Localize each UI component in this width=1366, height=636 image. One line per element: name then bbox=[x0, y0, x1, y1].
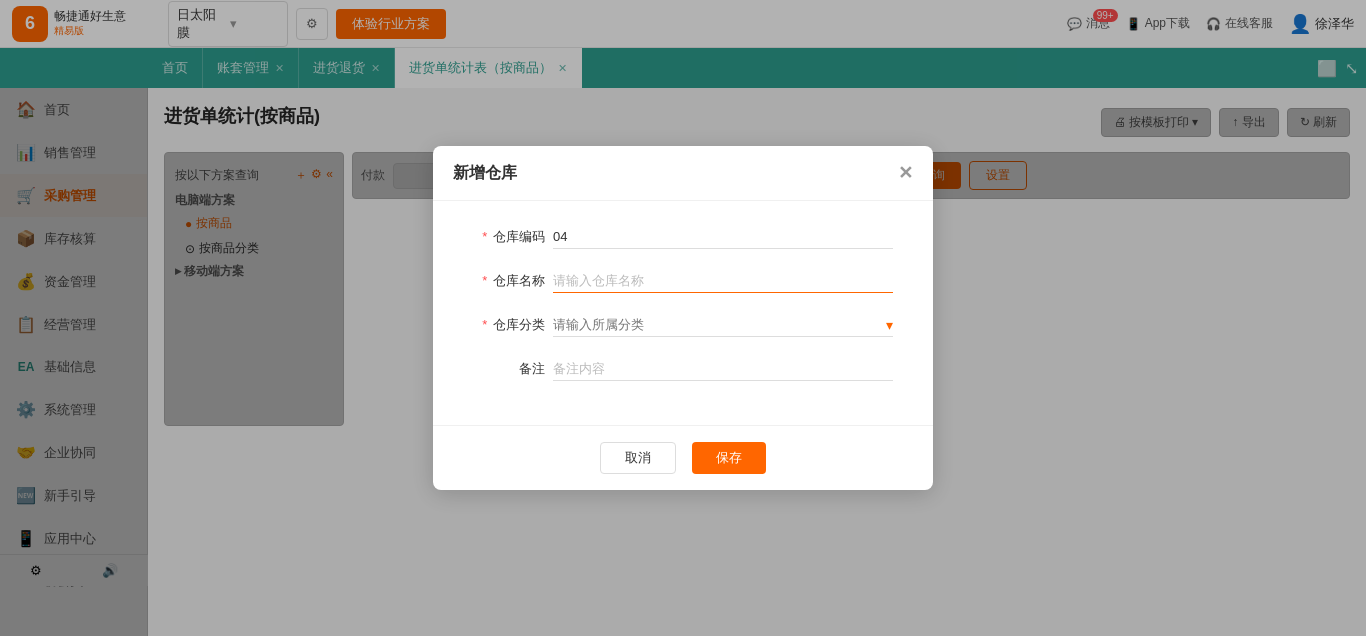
save-button[interactable]: 保存 bbox=[692, 442, 766, 474]
modal-close-button[interactable]: ✕ bbox=[898, 162, 913, 184]
remark-row: 备注 bbox=[473, 357, 893, 381]
warehouse-name-row: * 仓库名称 bbox=[473, 269, 893, 293]
warehouse-name-label: * 仓库名称 bbox=[473, 272, 545, 290]
warehouse-category-input[interactable] bbox=[553, 313, 886, 336]
warehouse-code-label: * 仓库编码 bbox=[473, 228, 545, 246]
required-marker-3: * bbox=[482, 317, 487, 332]
modal-title: 新增仓库 bbox=[453, 163, 517, 184]
modal-new-warehouse: 新增仓库 ✕ * 仓库编码 * 仓库名称 bbox=[433, 146, 933, 490]
modal-overlay: 新增仓库 ✕ * 仓库编码 * 仓库名称 bbox=[0, 0, 1366, 636]
warehouse-name-input[interactable] bbox=[553, 269, 893, 293]
required-marker: * bbox=[482, 229, 487, 244]
warehouse-code-row: * 仓库编码 bbox=[473, 225, 893, 249]
cancel-button[interactable]: 取消 bbox=[600, 442, 676, 474]
warehouse-category-row: * 仓库分类 ▾ bbox=[473, 313, 893, 337]
modal-header: 新增仓库 ✕ bbox=[433, 146, 933, 201]
remark-input[interactable] bbox=[553, 357, 893, 381]
warehouse-category-wrap: ▾ bbox=[553, 313, 893, 337]
remark-label: 备注 bbox=[473, 360, 545, 378]
required-marker-2: * bbox=[482, 273, 487, 288]
warehouse-category-label: * 仓库分类 bbox=[473, 316, 545, 334]
modal-body: * 仓库编码 * 仓库名称 * 仓库分类 bbox=[433, 201, 933, 425]
warehouse-code-input[interactable] bbox=[553, 225, 893, 249]
modal-footer: 取消 保存 bbox=[433, 425, 933, 490]
category-dropdown-arrow: ▾ bbox=[886, 317, 893, 333]
